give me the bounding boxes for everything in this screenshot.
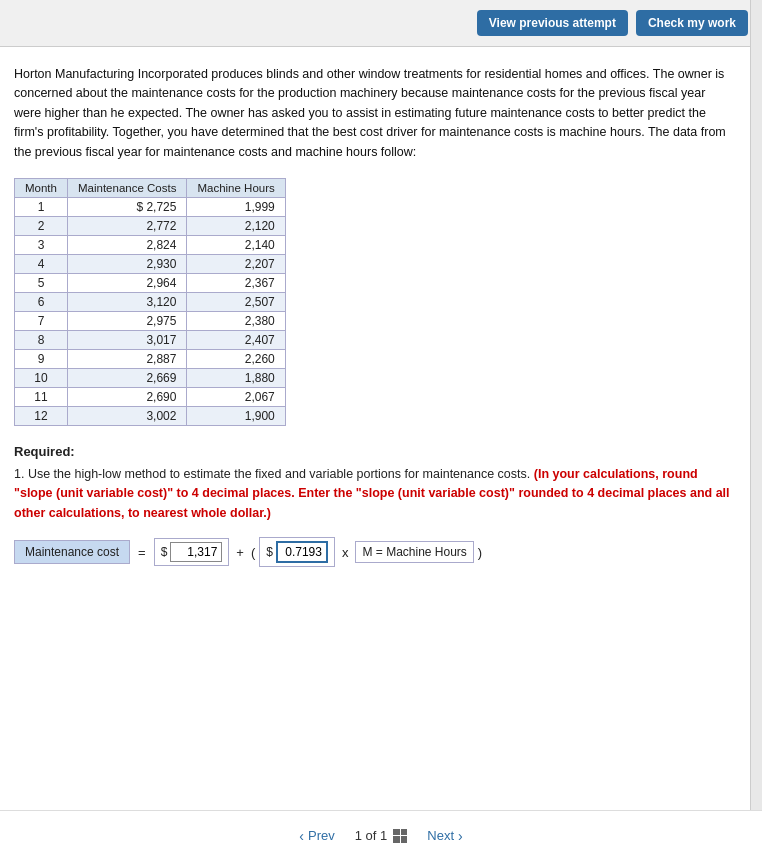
table-cell: 2,260	[187, 349, 285, 368]
required-text: 1. Use the high-low method to estimate t…	[14, 465, 730, 523]
table-row: 52,9642,367	[15, 273, 286, 292]
table-cell: 2,772	[67, 216, 186, 235]
page-info: 1 of 1	[355, 828, 408, 843]
prev-label: Prev	[308, 828, 335, 843]
table-cell: 2,140	[187, 235, 285, 254]
fixed-dollar: $	[161, 545, 168, 559]
table-cell: 1,900	[187, 406, 285, 425]
table-cell: 5	[15, 273, 68, 292]
table-row: 22,7722,120	[15, 216, 286, 235]
variable-value-input[interactable]	[276, 541, 328, 563]
table-cell: 3,002	[67, 406, 186, 425]
table-cell: 9	[15, 349, 68, 368]
prev-button[interactable]: ‹ Prev	[293, 824, 340, 848]
open-paren: (	[251, 545, 255, 560]
table-cell: 2,690	[67, 387, 186, 406]
required-normal-text: 1. Use the high-low method to estimate t…	[14, 467, 530, 481]
table-cell: 11	[15, 387, 68, 406]
table-cell: $ 2,725	[67, 197, 186, 216]
table-cell: 2,367	[187, 273, 285, 292]
grid-icon[interactable]	[393, 829, 407, 843]
table-row: 123,0021,900	[15, 406, 286, 425]
close-paren: )	[478, 545, 482, 560]
formula-times: x	[339, 545, 352, 560]
table-row: 42,9302,207	[15, 254, 286, 273]
table-cell: 2,120	[187, 216, 285, 235]
table-cell: 1,999	[187, 197, 285, 216]
table-cell: 3,017	[67, 330, 186, 349]
table-cell: 2,887	[67, 349, 186, 368]
formula-equals: =	[134, 545, 150, 560]
table-row: 92,8872,260	[15, 349, 286, 368]
table-cell: 10	[15, 368, 68, 387]
formula-maintenance-label: Maintenance cost	[14, 540, 130, 564]
formula-variable-label-box: M = Machine Hours	[355, 541, 473, 563]
col-header-maintenance: Maintenance Costs	[67, 178, 186, 197]
table-row: 1$ 2,7251,999	[15, 197, 286, 216]
table-row: 102,6691,880	[15, 368, 286, 387]
table-row: 72,9752,380	[15, 311, 286, 330]
intro-paragraph: Horton Manufacturing Incorporated produc…	[14, 65, 730, 162]
variable-dollar: $	[266, 545, 273, 559]
page-number: 1 of 1	[355, 828, 388, 843]
table-row: 112,6902,067	[15, 387, 286, 406]
table-cell: 2,669	[67, 368, 186, 387]
scrollbar[interactable]	[750, 0, 762, 860]
required-label: Required:	[14, 444, 730, 459]
table-cell: 2,930	[67, 254, 186, 273]
table-cell: 2,964	[67, 273, 186, 292]
table-cell: 12	[15, 406, 68, 425]
table-cell: 2,380	[187, 311, 285, 330]
formula-plus: +	[233, 545, 247, 560]
bottom-navigation: ‹ Prev 1 of 1 Next ›	[0, 810, 762, 860]
table-cell: 3,120	[67, 292, 186, 311]
table-cell: 2,824	[67, 235, 186, 254]
table-cell: 1,880	[187, 368, 285, 387]
formula-row: Maintenance cost = $ + ( $ x M = Machine…	[14, 537, 730, 567]
table-cell: 2,407	[187, 330, 285, 349]
table-cell: 8	[15, 330, 68, 349]
formula-fixed-box: $	[154, 538, 230, 566]
table-cell: 2,067	[187, 387, 285, 406]
table-row: 63,1202,507	[15, 292, 286, 311]
top-bar: View previous attempt Check my work	[0, 0, 762, 47]
table-cell: 1	[15, 197, 68, 216]
table-cell: 4	[15, 254, 68, 273]
main-content: Horton Manufacturing Incorporated produc…	[0, 47, 750, 607]
table-cell: 2,507	[187, 292, 285, 311]
col-header-month: Month	[15, 178, 68, 197]
formula-variable-box: $	[259, 537, 335, 567]
check-my-work-button[interactable]: Check my work	[636, 10, 748, 36]
next-label: Next	[427, 828, 454, 843]
table-cell: 2	[15, 216, 68, 235]
fixed-value-input[interactable]	[170, 542, 222, 562]
table-cell: 2,975	[67, 311, 186, 330]
table-row: 83,0172,407	[15, 330, 286, 349]
view-previous-attempt-button[interactable]: View previous attempt	[477, 10, 628, 36]
next-arrow-icon: ›	[458, 828, 463, 844]
table-cell: 2,207	[187, 254, 285, 273]
col-header-machine-hours: Machine Hours	[187, 178, 285, 197]
table-cell: 6	[15, 292, 68, 311]
next-button[interactable]: Next ›	[421, 824, 468, 848]
data-table: Month Maintenance Costs Machine Hours 1$…	[14, 178, 286, 426]
table-cell: 3	[15, 235, 68, 254]
prev-arrow-icon: ‹	[299, 828, 304, 844]
variable-label-text: M = Machine Hours	[362, 545, 466, 559]
table-row: 32,8242,140	[15, 235, 286, 254]
table-cell: 7	[15, 311, 68, 330]
